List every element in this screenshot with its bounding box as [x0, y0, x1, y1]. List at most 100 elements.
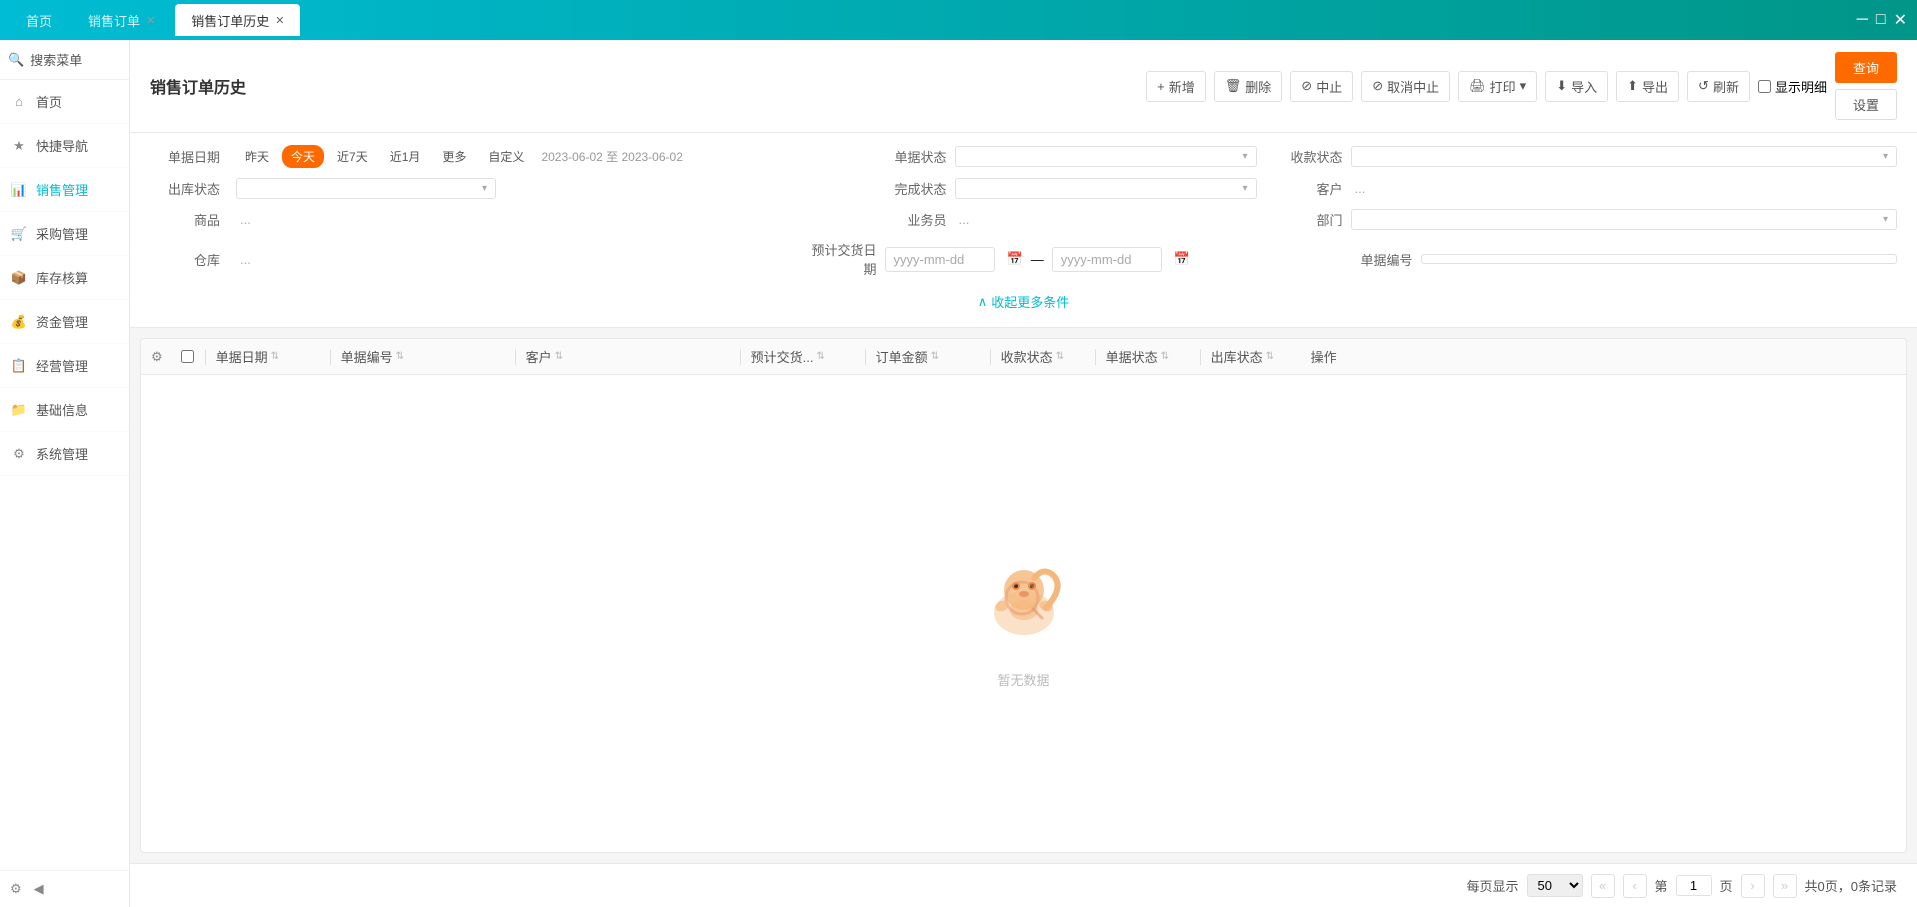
sidebar-item-home[interactable]: ⌂ 首页 [0, 80, 129, 124]
pagination-last-btn[interactable]: » [1773, 874, 1797, 898]
department-select[interactable]: ▾ [1351, 209, 1898, 230]
setting-button[interactable]: 设置 [1835, 89, 1897, 120]
page-size-select[interactable]: 50 10 20 100 [1527, 874, 1583, 897]
product-btn[interactable]: ... [236, 210, 255, 229]
pay-status-select[interactable]: ▾ [1351, 146, 1898, 167]
delete-icon: 🗑 [1225, 78, 1242, 94]
table-settings-icon[interactable]: ⚙ [151, 349, 163, 365]
sidebar-item-system[interactable]: ⚙ 系统管理 [0, 432, 129, 476]
print-button[interactable]: 🖨 打印 ▾ [1458, 71, 1537, 102]
calendar-end-icon[interactable]: 📅 [1174, 251, 1190, 267]
tab-sales-order-close[interactable]: ✕ [146, 14, 155, 27]
cancel-stop-button[interactable]: ⊘ 取消中止 [1361, 71, 1450, 102]
order-num-filter: 单据编号 [1343, 250, 1898, 269]
stop-button[interactable]: ⊘ 中止 [1290, 71, 1353, 102]
complete-status-filter: 完成状态 ▾ [877, 178, 1257, 199]
col-header-out-status-label: 出库状态 [1211, 347, 1263, 366]
date-btn-more[interactable]: 更多 [433, 145, 475, 168]
checkbox-all[interactable] [181, 350, 194, 363]
page-title: 销售订单历史 [150, 74, 246, 98]
delivery-date-label: 预计交货日期 [807, 240, 877, 278]
pay-status-arrow: ▾ [1883, 151, 1888, 162]
pay-status-label: 收款状态 [1273, 147, 1343, 166]
sidebar-settings-icon[interactable]: ⚙ [10, 881, 22, 897]
stop-label: 中止 [1316, 77, 1342, 96]
pagination-first-btn[interactable]: « [1591, 874, 1615, 898]
import-button[interactable]: ⬇ 导入 [1545, 71, 1608, 102]
col-header-amount[interactable]: 订单金额 ⇅ [868, 347, 988, 366]
tab-bar: 首页 销售订单 ✕ 销售订单历史 ✕ [10, 4, 300, 36]
sidebar-item-purchase[interactable]: 🛒 采购管理 [0, 212, 129, 256]
tab-sales-order-history[interactable]: 销售订单历史 ✕ [175, 4, 300, 36]
collapse-up-icon: ∧ [978, 294, 988, 310]
print-label: 打印 [1490, 77, 1516, 96]
col-header-delivery[interactable]: 预计交货... ⇅ [743, 347, 863, 366]
query-button[interactable]: 查询 [1835, 52, 1897, 83]
tab-sales-order[interactable]: 销售订单 ✕ [72, 4, 171, 36]
tab-sales-order-history-close[interactable]: ✕ [275, 14, 284, 27]
add-label: 新增 [1169, 77, 1195, 96]
col-header-pay-status-label: 收款状态 [1001, 347, 1053, 366]
tab-home-label: 首页 [26, 11, 52, 30]
out-status-select[interactable]: ▾ [236, 178, 496, 199]
salesperson-btn[interactable]: ... [955, 210, 974, 229]
date-btn-group: 昨天 今天 近7天 近1月 更多 自定义 [236, 145, 533, 168]
delivery-date-start-input[interactable]: yyyy-mm-dd [885, 247, 995, 272]
refresh-button[interactable]: ↺ 刷新 [1687, 71, 1750, 102]
col-header-action-label: 操作 [1311, 347, 1337, 366]
divider-5 [865, 349, 866, 365]
tab-home[interactable]: 首页 [10, 4, 68, 36]
calendar-start-icon[interactable]: 📅 [1007, 251, 1023, 267]
display-toggle-checkbox[interactable] [1758, 80, 1771, 93]
date-btn-today[interactable]: 今天 [282, 145, 324, 168]
customer-btn[interactable]: ... [1351, 179, 1370, 198]
pagination-prev-btn[interactable]: ‹ [1623, 874, 1647, 898]
warehouse-btn[interactable]: ... [236, 250, 255, 269]
col-header-delivery-label: 预计交货... [751, 347, 814, 366]
empty-text: 暂无数据 [997, 670, 1049, 689]
col-header-pay-status[interactable]: 收款状态 ⇅ [993, 347, 1093, 366]
sidebar-collapse-icon[interactable]: ◀ [34, 881, 44, 897]
order-status-select[interactable]: ▾ [955, 146, 1257, 167]
pagination-total-info: 共0页，0条记录 [1805, 876, 1897, 895]
export-button[interactable]: ⬆ 导出 [1616, 71, 1679, 102]
select-all-checkbox[interactable] [173, 350, 203, 363]
pagination-page-input[interactable] [1676, 875, 1712, 896]
window-minimize-icon[interactable]: ─ [1857, 11, 1868, 29]
sidebar-item-operation[interactable]: 📋 经营管理 [0, 344, 129, 388]
date-btn-custom[interactable]: 自定义 [479, 145, 533, 168]
col-header-customer[interactable]: 客户 ⇅ [518, 347, 738, 366]
order-num-input[interactable] [1421, 254, 1898, 264]
refresh-label: 刷新 [1713, 77, 1739, 96]
col-header-order-status[interactable]: 单据状态 ⇅ [1098, 347, 1198, 366]
col-header-date[interactable]: 单据日期 ⇅ [208, 347, 328, 366]
date-btn-last7[interactable]: 近7天 [328, 145, 377, 168]
col-header-amount-label: 订单金额 [876, 347, 928, 366]
sidebar: 🔍 搜索菜单 ⌂ 首页 ★ 快捷导航 📊 销售管理 🛒 采购管理 📦 库存核算 … [0, 40, 130, 907]
window-maximize-icon[interactable]: □ [1876, 11, 1886, 29]
delete-button[interactable]: 🗑 删除 [1214, 71, 1283, 102]
date-btn-yesterday[interactable]: 昨天 [236, 145, 278, 168]
add-button[interactable]: + 新增 [1146, 71, 1206, 102]
col-out-status-sort-icon: ⇅ [1266, 351, 1274, 362]
date-btn-lastmonth[interactable]: 近1月 [381, 145, 430, 168]
pagination-next-btn[interactable]: › [1741, 874, 1765, 898]
collapse-bar[interactable]: ∧ 收起更多条件 [150, 288, 1897, 315]
out-status-label: 出库状态 [150, 179, 220, 198]
sidebar-item-basic-info[interactable]: 📁 基础信息 [0, 388, 129, 432]
sidebar-item-inventory-label: 库存核算 [36, 268, 88, 287]
window-close-icon[interactable]: ✕ [1894, 10, 1907, 30]
sidebar-item-inventory[interactable]: 📦 库存核算 [0, 256, 129, 300]
delivery-date-end-input[interactable]: yyyy-mm-dd [1052, 247, 1162, 272]
col-delivery-sort-icon: ⇅ [817, 351, 825, 362]
sidebar-item-finance[interactable]: 💰 资金管理 [0, 300, 129, 344]
divider-4 [740, 349, 741, 365]
col-header-num[interactable]: 单据编号 ⇅ [333, 347, 513, 366]
sidebar-item-sales[interactable]: 📊 销售管理 [0, 168, 129, 212]
sidebar-search[interactable]: 🔍 搜索菜单 [0, 40, 129, 80]
col-header-out-status[interactable]: 出库状态 ⇅ [1203, 347, 1303, 366]
sidebar-search-label: 搜索菜单 [30, 50, 82, 69]
complete-status-select[interactable]: ▾ [955, 178, 1257, 199]
sidebar-item-quick-nav[interactable]: ★ 快捷导航 [0, 124, 129, 168]
display-toggle-label[interactable]: 显示明细 [1758, 77, 1827, 96]
